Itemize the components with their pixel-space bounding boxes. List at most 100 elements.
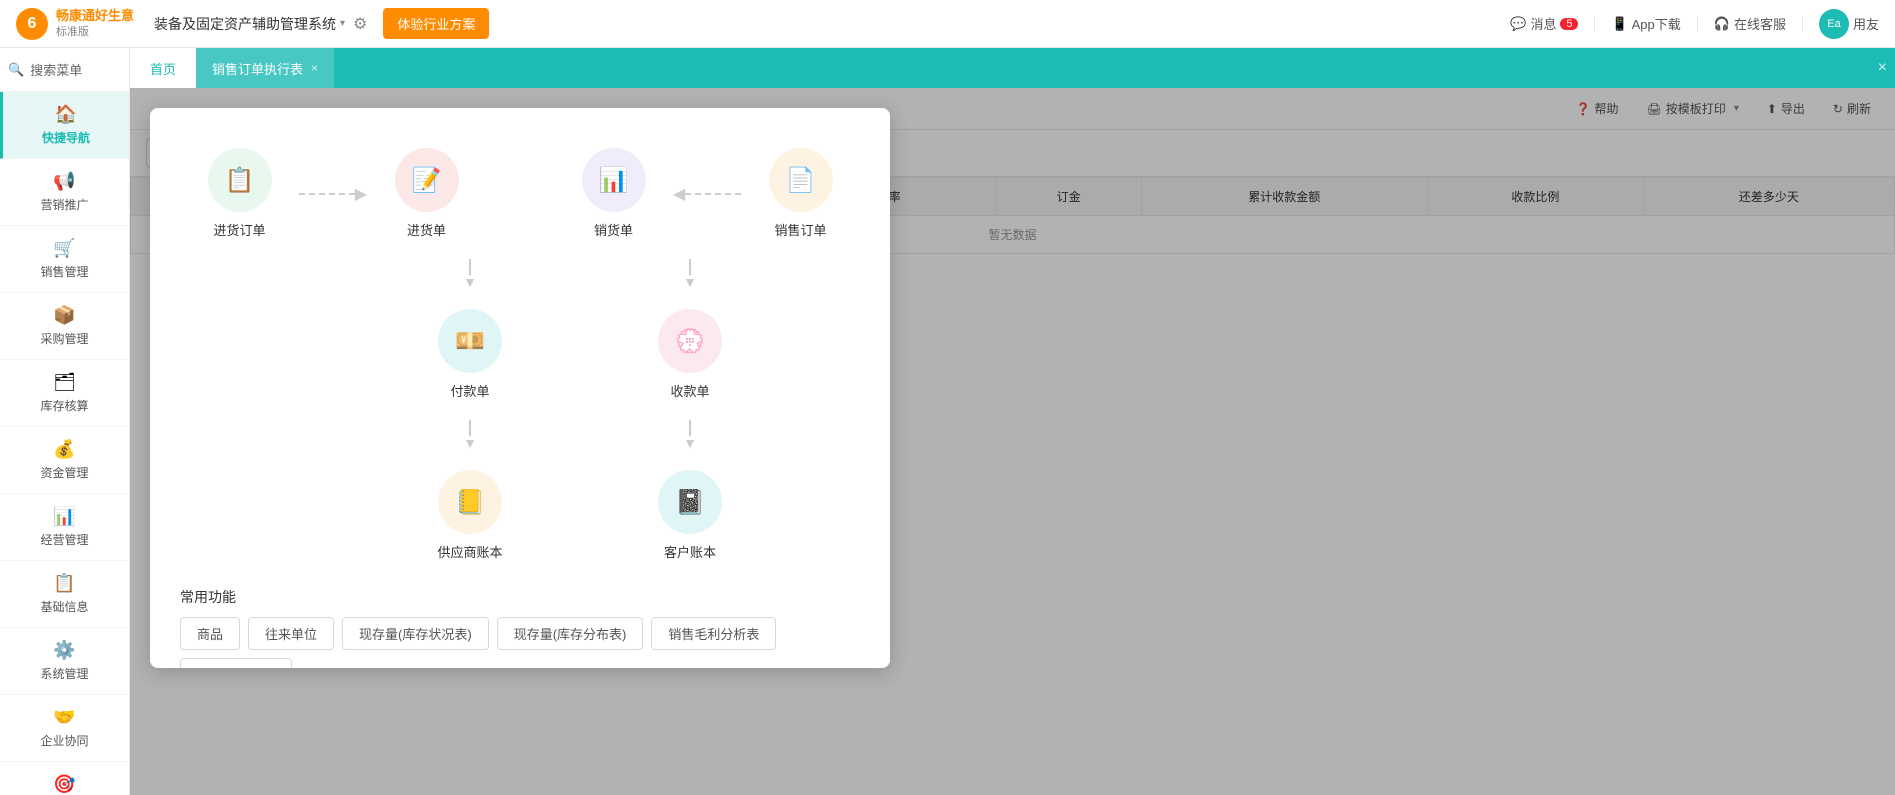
finance-icon: 💰 [53, 439, 75, 460]
home-icon: 🏠 [55, 104, 77, 125]
newbie-icon: 🎯 [53, 774, 75, 795]
sidebar-item-quick-nav[interactable]: 🏠 快捷导航 [0, 92, 129, 159]
supplier-ledger-circle: 📒 [438, 470, 502, 534]
divider [1594, 16, 1595, 32]
payment-icon: 💴 [455, 327, 485, 356]
message-icon: 💬 [1510, 16, 1526, 32]
sidebar-item-operation[interactable]: 📊 经营管理 [0, 494, 129, 561]
logo-text: 畅康通好生意 标准版 [56, 8, 134, 39]
func-buttons: 商品 往来单位 现存量(库存状况表) 现存量(库存分布表) 销售毛利分析表 商品… [180, 617, 860, 668]
workflow-node-receipt: 💮 收款单 [620, 309, 760, 400]
func-btn-2[interactable]: 现存量(库存状况表) [342, 617, 489, 650]
arrow-sales-order-to-bill: ◀ [673, 184, 741, 204]
system-icon: ⚙️ [53, 640, 75, 661]
customer-ledger-circle: 📓 [658, 470, 722, 534]
sidebar-item-sales[interactable]: 🛒 销售管理 [0, 226, 129, 293]
search-icon: 🔍 [8, 62, 24, 78]
sidebar-item-marketing[interactable]: 📢 营销推广 [0, 159, 129, 226]
receipt-label: 收款单 [670, 381, 709, 400]
common-func-title: 常用功能 [180, 587, 860, 607]
settings-icon[interactable]: ⚙ [353, 14, 367, 34]
customer-ledger-label: 客户账本 [664, 542, 716, 561]
sidebar-item-collab[interactable]: 🤝 企业协同 [0, 695, 129, 762]
system-dropdown-icon[interactable]: ▾ [340, 18, 345, 29]
sales-bill-label: 销货单 [594, 220, 633, 239]
sales-bill-icon: 📊 [599, 166, 629, 195]
workflow-node-sales-bill: 📊 销货单 [554, 148, 673, 239]
func-btn-0[interactable]: 商品 [180, 617, 240, 650]
receipt-circle: 💮 [658, 309, 722, 373]
modal: 📋 进货订单 ▶ [150, 108, 890, 668]
app-container: 6 畅康通好生意 标准版 装备及固定资产辅助管理系统 ▾ ⚙ 体验行业方案 💬 … [0, 0, 1895, 795]
content-area: 首页 销售订单执行表 × × ❓ 帮助 [130, 48, 1895, 795]
message-badge: 5 [1560, 18, 1578, 30]
tab-sales-order[interactable]: 销售订单执行表 × [196, 48, 334, 88]
func-btn-1[interactable]: 往来单位 [248, 617, 334, 650]
supplier-ledger-label: 供应商账本 [437, 542, 502, 561]
top-bar-right: 💬 消息 5 📱 App下载 🎧 在线客服 Ea 用友 [1510, 9, 1879, 39]
workflow-node-purchase-bill: 📝 进货单 [367, 148, 486, 239]
marketing-icon: 📢 [53, 171, 75, 192]
purchase-order-circle: 📋 [208, 148, 272, 212]
customer-ledger-icon: 📓 [675, 488, 705, 517]
purchase-bill-circle: 📝 [395, 148, 459, 212]
experience-button[interactable]: 体验行业方案 [383, 8, 489, 39]
app-download-button[interactable]: 📱 App下载 [1611, 14, 1680, 33]
func-btn-4[interactable]: 销售毛利分析表 [651, 617, 776, 650]
sidebar-item-finance[interactable]: 💰 资金管理 [0, 427, 129, 494]
tab-home[interactable]: 首页 [130, 48, 196, 88]
sidebar-item-newbie[interactable]: 🎯 新手引导 [0, 762, 129, 795]
purchase-bill-label: 进货单 [407, 220, 446, 239]
receipt-icon: 💮 [675, 327, 705, 356]
inventory-icon: 🗂 [53, 372, 76, 393]
sidebar-search[interactable]: 🔍 搜索菜单 [0, 48, 129, 92]
collab-icon: 🤝 [53, 707, 75, 728]
sales-order-icon: 📄 [786, 166, 816, 195]
app-download-icon: 📱 [1611, 16, 1627, 32]
main-area: 🔍 搜索菜单 🏠 快捷导航 📢 营销推广 🛒 销售管理 📦 采购管理 🗂 [0, 48, 1895, 795]
sales-icon: 🛒 [53, 238, 75, 259]
arrow-down-receipt: ▼ [620, 420, 760, 450]
func-btn-5[interactable]: 商品毛利分析 [180, 658, 292, 668]
modal-overlay[interactable]: 📋 进货订单 ▶ [130, 88, 1895, 795]
common-functions: 常用功能 商品 往来单位 现存量(库存状况表) 现存量(库存分布表) 销售毛利分… [180, 587, 860, 668]
avatar: Ea [1819, 9, 1849, 39]
main-content: ❓ 帮助 🖨 按模板打印 ▾ ⬆ 导出 [130, 88, 1895, 795]
sidebar-item-system[interactable]: ⚙️ 系统管理 [0, 628, 129, 695]
logo-icon: 6 [16, 8, 48, 40]
tab-bar: 首页 销售订单执行表 × × [130, 48, 1895, 88]
sidebar: 🔍 搜索菜单 🏠 快捷导航 📢 营销推广 🛒 销售管理 📦 采购管理 🗂 [0, 48, 130, 795]
service-icon: 🎧 [1714, 16, 1730, 32]
tab-close-all-icon[interactable]: × [1878, 59, 1887, 77]
sales-bill-circle: 📊 [582, 148, 646, 212]
sales-order-circle: 📄 [769, 148, 833, 212]
workflow-node-payment: 💴 付款单 [400, 309, 540, 400]
operation-icon: 📊 [53, 506, 75, 527]
sidebar-item-purchase[interactable]: 📦 采购管理 [0, 293, 129, 360]
workflow-node-supplier-ledger: 📒 供应商账本 [400, 470, 540, 561]
tab-close-icon[interactable]: × [311, 61, 318, 75]
base-icon: 📋 [53, 573, 75, 594]
workflow-diagram: 📋 进货订单 ▶ [180, 138, 860, 571]
arrow-purchase-to-bill: ▶ [299, 184, 367, 204]
sales-order-label: 销售订单 [774, 220, 826, 239]
purchase-bill-icon: 📝 [412, 166, 442, 195]
online-service-button[interactable]: 🎧 在线客服 [1714, 14, 1786, 33]
workflow-node-sales-order: 📄 销售订单 [741, 148, 860, 239]
func-btn-3[interactable]: 现存量(库存分布表) [497, 617, 644, 650]
workflow-node-purchase-order: 📋 进货订单 [180, 148, 299, 239]
message-button[interactable]: 💬 消息 5 [1510, 14, 1578, 33]
payment-circle: 💴 [438, 309, 502, 373]
system-name: 装备及固定资产辅助管理系统 [154, 14, 336, 34]
sidebar-item-base[interactable]: 📋 基础信息 [0, 561, 129, 628]
arrow-down-purchase: ▼ [400, 259, 540, 289]
user-menu-button[interactable]: Ea 用友 [1819, 9, 1879, 39]
purchase-order-icon: 📋 [225, 166, 255, 195]
sidebar-item-inventory[interactable]: 🗂 库存核算 [0, 360, 129, 427]
divider [1802, 16, 1803, 32]
divider [1697, 16, 1698, 32]
workflow-node-customer-ledger: 📓 客户账本 [620, 470, 760, 561]
top-bar: 6 畅康通好生意 标准版 装备及固定资产辅助管理系统 ▾ ⚙ 体验行业方案 💬 … [0, 0, 1895, 48]
arrow-down-sales: ▼ [620, 259, 760, 289]
arrow-down-payment: ▼ [400, 420, 540, 450]
